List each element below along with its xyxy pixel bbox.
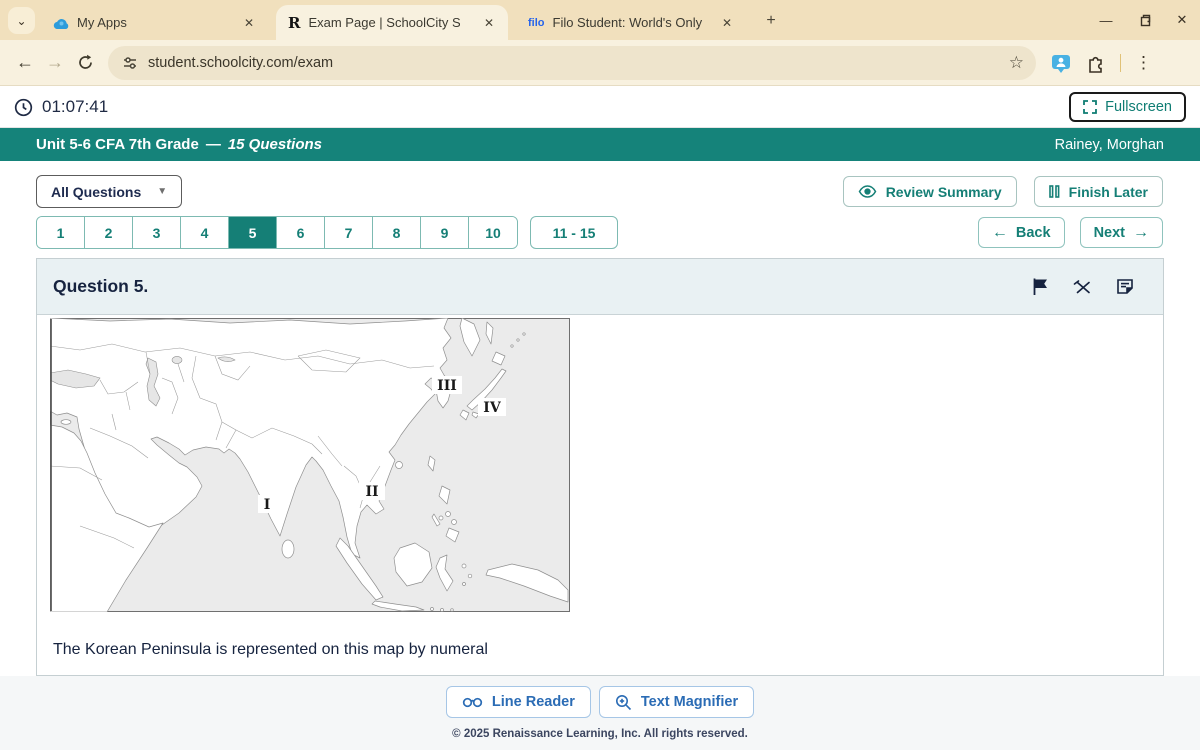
question-number-button-6[interactable]: 6	[277, 217, 325, 248]
chevron-down-icon: ⌄	[16, 13, 27, 28]
back-label: Back	[1015, 224, 1051, 241]
question-prompt: The Korean Peninsula is represented on t…	[53, 641, 488, 658]
notepad-icon[interactable]	[1116, 278, 1134, 295]
question-number-button-3[interactable]: 3	[133, 217, 181, 248]
question-number-button-9[interactable]: 9	[421, 217, 469, 248]
exam-question-count: 15 Questions	[227, 136, 323, 153]
fullscreen-button[interactable]: Fullscreen	[1069, 92, 1186, 122]
bottom-section: Line Reader Text Magnifier © 2025 Renais…	[0, 676, 1200, 750]
question-number-button-8[interactable]: 8	[373, 217, 421, 248]
question-number-group: 1 2 3 4 5 6 7 8 9 10	[36, 216, 518, 249]
copyright-text: © 2025 Renaissance Learning, Inc. All ri…	[452, 728, 748, 740]
back-icon[interactable]: ←	[10, 48, 40, 78]
tab-title: Exam Page | SchoolCity Studen	[308, 15, 461, 30]
question-heading: Question 5.	[53, 276, 149, 296]
renaissance-logo-icon: R	[288, 13, 301, 32]
arrow-right-icon: →	[1133, 223, 1149, 241]
toolbar-divider	[1120, 53, 1121, 72]
question-number-button-10[interactable]: 10	[469, 217, 517, 248]
address-bar[interactable]: student.schoolcity.com/exam ☆	[108, 45, 1036, 80]
minimize-window-icon[interactable]: —	[1098, 12, 1114, 28]
question-range-button[interactable]: 11 - 15	[530, 216, 618, 249]
tab-close-icon[interactable]: ✕	[480, 14, 498, 32]
line-reader-label: Line Reader	[491, 694, 575, 710]
map-numeral-I: I	[264, 497, 271, 513]
url-text[interactable]: student.schoolcity.com/exam	[148, 55, 1009, 71]
line-reader-button[interactable]: Line Reader	[445, 686, 591, 718]
arrow-left-icon: ←	[991, 223, 1008, 241]
next-label: Next	[1093, 224, 1125, 241]
pause-icon	[1048, 185, 1060, 198]
answer-eliminator-icon[interactable]	[1073, 278, 1092, 295]
question-map-image: I II III IV	[50, 318, 570, 612]
map-numeral-III: III	[437, 378, 457, 394]
review-summary-button[interactable]: Review Summary	[842, 176, 1017, 207]
question-panel-header: Question 5.	[37, 259, 1163, 315]
review-summary-label: Review Summary	[885, 183, 1002, 200]
fullscreen-label: Fullscreen	[1105, 99, 1172, 115]
question-number-button-7[interactable]: 7	[325, 217, 373, 248]
next-button[interactable]: Next →	[1079, 217, 1163, 248]
tab-filo-student[interactable]: filo Filo Student: World's Only Live I ✕	[516, 5, 746, 40]
tab-title: My Apps	[77, 15, 127, 30]
browser-menu-icon[interactable]: ⋮	[1135, 53, 1152, 73]
question-number-button-2[interactable]: 2	[85, 217, 133, 248]
text-magnifier-button[interactable]: Text Magnifier	[598, 686, 755, 718]
bookmark-star-icon[interactable]: ☆	[1009, 53, 1024, 73]
flag-question-icon[interactable]	[1032, 277, 1049, 296]
tab-close-icon[interactable]: ✕	[718, 14, 736, 32]
cloud-icon	[52, 16, 69, 30]
tab-close-icon[interactable]: ✕	[240, 14, 258, 32]
timer-value: 01:07:41	[42, 97, 109, 116]
exam-title-dash: —	[205, 136, 221, 153]
question-number-button-1[interactable]: 1	[37, 217, 85, 248]
timer: 01:07:41	[14, 86, 108, 128]
exam-timer-row: 01:07:41 Fullscreen	[0, 86, 1200, 128]
reload-icon[interactable]	[70, 48, 100, 78]
finish-later-button[interactable]: Finish Later	[1033, 176, 1163, 207]
finish-later-label: Finish Later	[1068, 183, 1148, 200]
profile-badge-icon[interactable]	[1050, 52, 1072, 74]
new-tab-button[interactable]: +	[760, 10, 782, 32]
all-questions-label: All Questions	[51, 183, 142, 200]
filo-logo-icon: filo	[528, 16, 545, 29]
restore-window-icon[interactable]	[1136, 12, 1152, 28]
question-number-button-5[interactable]: 5	[229, 217, 277, 248]
text-magnifier-label: Text Magnifier	[640, 694, 739, 710]
close-window-icon[interactable]: ✕	[1174, 12, 1190, 28]
exam-title: Unit 5-6 CFA 7th Grade	[36, 136, 199, 153]
browser-toolbar: ← → student.schoolcity.com/exam ☆ ⋮	[0, 40, 1200, 86]
map-numeral-IV: IV	[483, 400, 502, 416]
map-numeral-II: II	[365, 484, 378, 500]
chevron-down-icon: ▼	[157, 186, 168, 197]
tab-search-button[interactable]: ⌄	[8, 7, 35, 34]
tab-my-apps[interactable]: My Apps ✕	[40, 5, 268, 40]
student-name: Rainey, Morghan	[1054, 136, 1164, 153]
question-number-button-4[interactable]: 4	[181, 217, 229, 248]
forward-icon[interactable]: →	[40, 48, 70, 78]
browser-tab-strip: ⌄ My Apps ✕ R Exam Page | SchoolCity Stu…	[0, 0, 1200, 40]
back-button[interactable]: ← Back	[977, 217, 1065, 248]
extensions-puzzle-icon[interactable]	[1086, 53, 1106, 73]
all-questions-dropdown[interactable]: All Questions ▼	[36, 175, 183, 208]
site-settings-icon[interactable]	[122, 55, 138, 71]
clock-icon	[14, 98, 33, 117]
fullscreen-icon	[1083, 100, 1098, 114]
magnifier-plus-icon	[615, 694, 632, 711]
question-panel: Question 5. I II III IV The Korean Penin…	[36, 258, 1164, 676]
tab-title: Filo Student: World's Only Live I	[552, 15, 705, 30]
exam-content: All Questions ▼ Review Summary Finish La…	[0, 161, 1200, 750]
glasses-icon	[462, 696, 483, 708]
exam-header-bar: Unit 5-6 CFA 7th Grade — 15 Questions Ra…	[0, 128, 1200, 161]
eye-icon	[858, 185, 877, 198]
tab-exam-page[interactable]: R Exam Page | SchoolCity Studen ✕	[276, 5, 508, 40]
